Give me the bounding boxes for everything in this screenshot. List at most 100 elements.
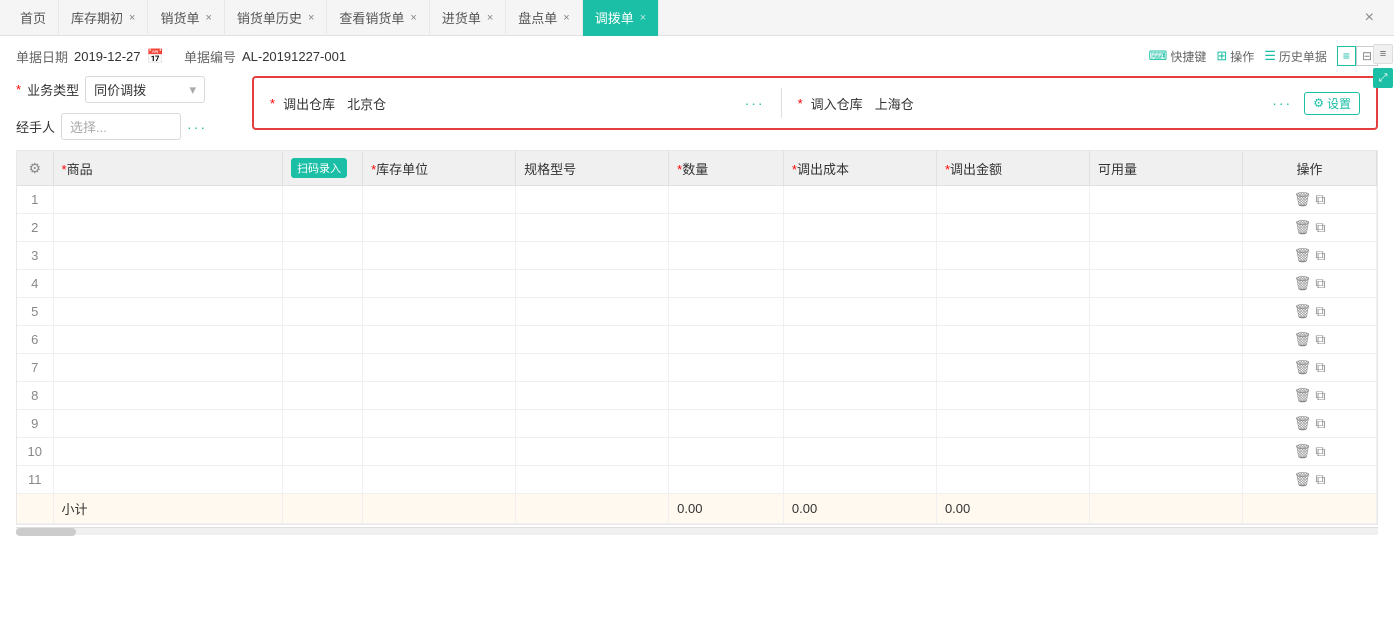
spec-cell[interactable] (516, 382, 669, 410)
amount-cell[interactable] (936, 214, 1089, 242)
cost-cell[interactable] (783, 466, 936, 494)
delete-icon[interactable]: 🗑 (1294, 275, 1312, 292)
copy-icon[interactable]: ⧉ (1315, 303, 1325, 320)
tab-inventory-check[interactable]: 盘点单 × (506, 0, 582, 36)
qty-cell[interactable] (669, 298, 784, 326)
amount-cell[interactable] (936, 410, 1089, 438)
unit-cell[interactable] (363, 466, 516, 494)
cost-cell[interactable] (783, 326, 936, 354)
cost-cell[interactable] (783, 214, 936, 242)
spec-cell[interactable] (516, 270, 669, 298)
qty-cell[interactable] (669, 438, 784, 466)
qty-cell[interactable] (669, 354, 784, 382)
delete-icon[interactable]: 🗑 (1294, 303, 1312, 320)
barcode-scan-button[interactable]: 扫码录入 (291, 158, 347, 178)
calendar-icon[interactable]: 📅 (147, 48, 164, 65)
business-type-select[interactable]: 同价调拨 ▾ (85, 76, 205, 103)
cost-cell[interactable] (783, 382, 936, 410)
tab-home[interactable]: 首页 (8, 0, 59, 36)
spec-cell[interactable] (516, 298, 669, 326)
cost-cell[interactable] (783, 186, 936, 214)
tab-inventory-init[interactable]: 库存期初 × (59, 0, 148, 36)
copy-icon[interactable]: ⧉ (1315, 331, 1325, 348)
qty-cell[interactable] (669, 466, 784, 494)
qty-cell[interactable] (669, 326, 784, 354)
unit-cell[interactable] (363, 242, 516, 270)
close-inventory-init[interactable]: × (129, 12, 135, 24)
warehouse-in-more-button[interactable]: ··· (1272, 95, 1292, 111)
view-list-button[interactable]: ≡ (1337, 46, 1356, 66)
sidebar-expand-button[interactable]: ⤢ (1373, 68, 1393, 88)
tab-transfer[interactable]: 调拨单 × (583, 0, 659, 36)
close-sales-order[interactable]: × (205, 12, 211, 24)
spec-cell[interactable] (516, 214, 669, 242)
product-cell[interactable] (53, 466, 283, 494)
amount-cell[interactable] (936, 242, 1089, 270)
copy-icon[interactable]: ⧉ (1315, 471, 1325, 488)
cost-cell[interactable] (783, 438, 936, 466)
product-cell[interactable] (53, 214, 283, 242)
unit-cell[interactable] (363, 186, 516, 214)
window-close-button[interactable]: × (1353, 9, 1386, 27)
copy-icon[interactable]: ⧉ (1315, 387, 1325, 404)
unit-cell[interactable] (363, 438, 516, 466)
spec-cell[interactable] (516, 466, 669, 494)
copy-icon[interactable]: ⧉ (1315, 247, 1325, 264)
cost-cell[interactable] (783, 410, 936, 438)
spec-cell[interactable] (516, 410, 669, 438)
spec-cell[interactable] (516, 326, 669, 354)
amount-cell[interactable] (936, 270, 1089, 298)
tab-purchase-order[interactable]: 进货单 × (430, 0, 506, 36)
cost-cell[interactable] (783, 242, 936, 270)
product-cell[interactable] (53, 186, 283, 214)
close-purchase-order[interactable]: × (487, 12, 493, 24)
handler-select[interactable]: 选择... (61, 113, 181, 140)
delete-icon[interactable]: 🗑 (1294, 443, 1312, 460)
product-cell[interactable] (53, 410, 283, 438)
close-sales-history[interactable]: × (308, 12, 314, 24)
delete-icon[interactable]: 🗑 (1294, 387, 1312, 404)
amount-cell[interactable] (936, 326, 1089, 354)
qty-cell[interactable] (669, 214, 784, 242)
tab-sales-history[interactable]: 销货单历史 × (225, 0, 327, 36)
delete-icon[interactable]: 🗑 (1294, 331, 1312, 348)
copy-icon[interactable]: ⧉ (1315, 443, 1325, 460)
unit-cell[interactable] (363, 382, 516, 410)
close-inventory-check[interactable]: × (563, 12, 569, 24)
delete-icon[interactable]: 🗑 (1294, 191, 1312, 208)
delete-icon[interactable]: 🗑 (1294, 359, 1312, 376)
amount-cell[interactable] (936, 438, 1089, 466)
product-cell[interactable] (53, 326, 283, 354)
warehouse-out-more-button[interactable]: ··· (745, 95, 765, 111)
settings-button[interactable]: ⚙ 设置 (1304, 92, 1360, 115)
product-cell[interactable] (53, 382, 283, 410)
handler-more-button[interactable]: ··· (187, 119, 207, 135)
cost-cell[interactable] (783, 354, 936, 382)
horizontal-scrollbar[interactable] (16, 527, 1378, 535)
qty-cell[interactable] (669, 382, 784, 410)
copy-icon[interactable]: ⧉ (1315, 191, 1325, 208)
unit-cell[interactable] (363, 354, 516, 382)
tab-view-sales[interactable]: 查看销货单 × (327, 0, 429, 36)
qty-cell[interactable] (669, 270, 784, 298)
qty-cell[interactable] (669, 242, 784, 270)
sidebar-note-button[interactable]: ≡ (1373, 44, 1393, 64)
close-transfer[interactable]: × (640, 12, 646, 24)
product-cell[interactable] (53, 438, 283, 466)
cost-cell[interactable] (783, 270, 936, 298)
delete-icon[interactable]: 🗑 (1294, 415, 1312, 432)
qty-cell[interactable] (669, 186, 784, 214)
amount-cell[interactable] (936, 382, 1089, 410)
amount-cell[interactable] (936, 354, 1089, 382)
product-cell[interactable] (53, 242, 283, 270)
th-settings[interactable]: ⚙ (17, 151, 53, 186)
product-cell[interactable] (53, 298, 283, 326)
unit-cell[interactable] (363, 270, 516, 298)
scrollbar-thumb[interactable] (16, 528, 76, 536)
delete-icon[interactable]: 🗑 (1294, 247, 1312, 264)
copy-icon[interactable]: ⧉ (1315, 219, 1325, 236)
amount-cell[interactable] (936, 466, 1089, 494)
copy-icon[interactable]: ⧉ (1315, 359, 1325, 376)
qty-cell[interactable] (669, 410, 784, 438)
delete-icon[interactable]: 🗑 (1294, 219, 1312, 236)
